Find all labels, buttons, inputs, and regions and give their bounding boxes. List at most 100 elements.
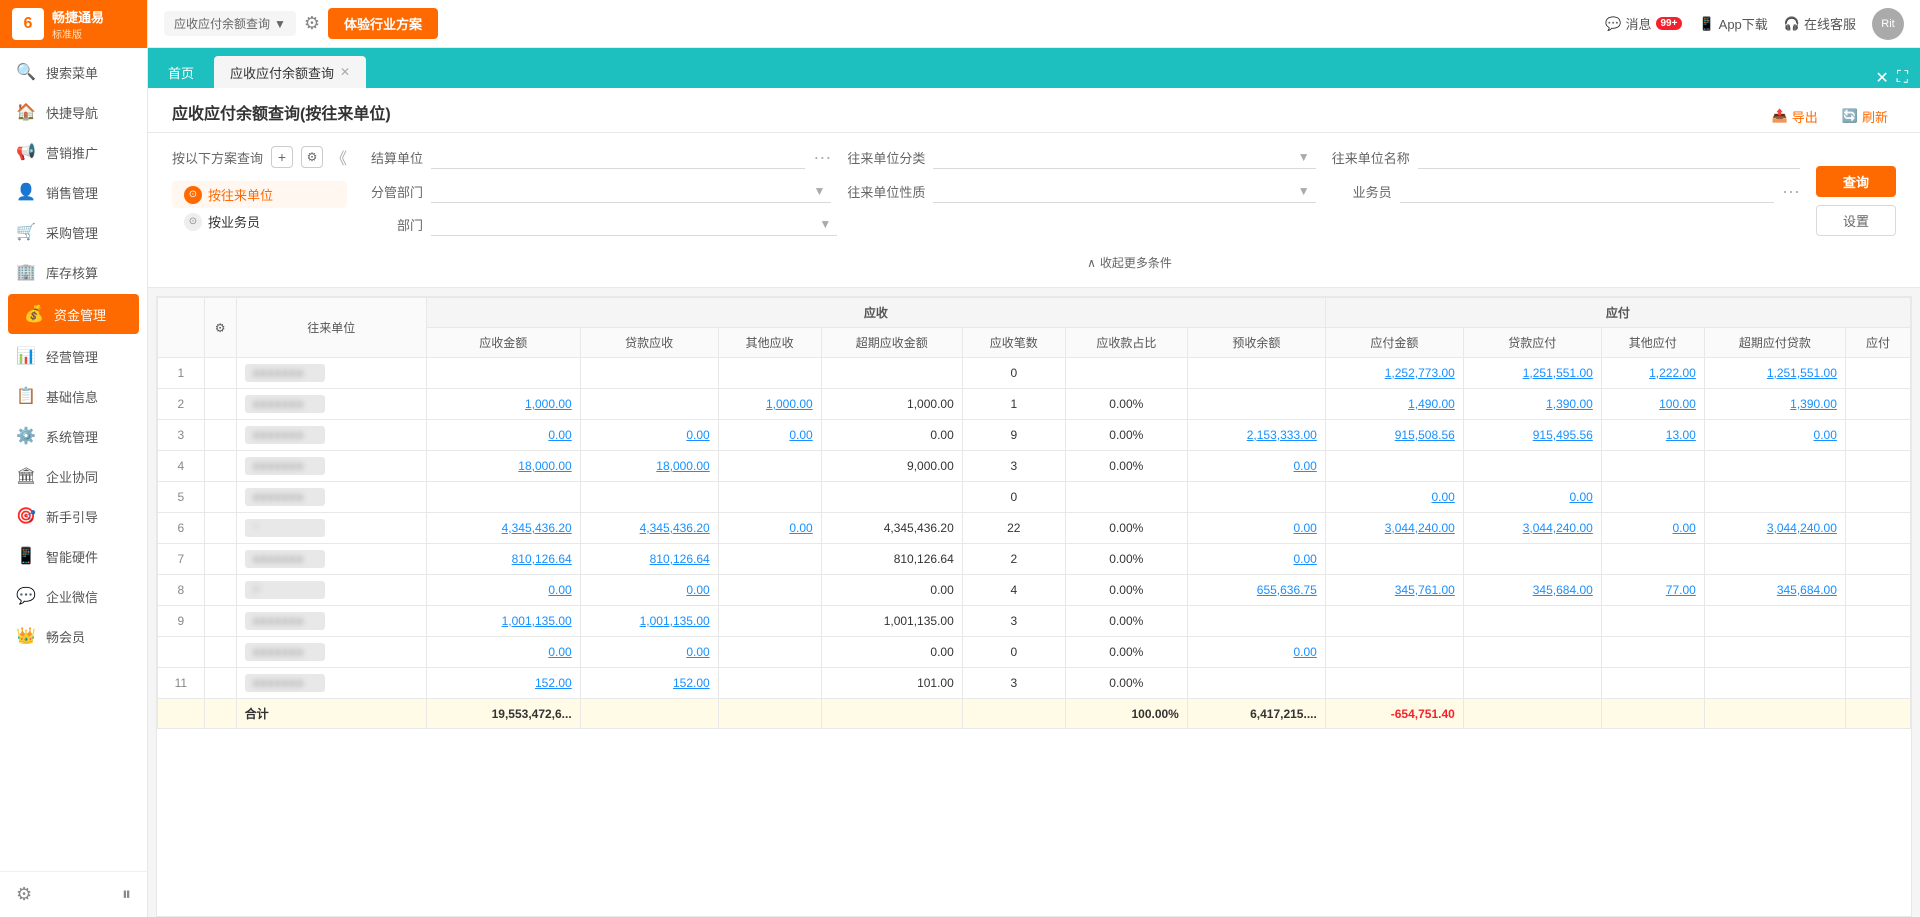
- sidebar-item-quick-nav[interactable]: 🏠 快捷导航: [0, 92, 147, 132]
- salesperson-input[interactable]: [1400, 179, 1774, 203]
- table-cell-link[interactable]: 345,684.00: [1777, 583, 1837, 597]
- table-cell-link[interactable]: 1,251,551.00: [1523, 366, 1593, 380]
- table-cell-link[interactable]: 0.00: [1569, 490, 1592, 504]
- app-download-action[interactable]: 📱 App下载: [1698, 14, 1767, 33]
- table-cell[interactable]: 1,390.00: [1463, 389, 1601, 420]
- table-cell[interactable]: [718, 575, 821, 606]
- table-cell-link[interactable]: 1,001,135.00: [640, 614, 710, 628]
- collapse-filter-icon[interactable]: 《: [331, 145, 347, 169]
- sidebar-item-finance[interactable]: 💰 资金管理: [8, 294, 139, 334]
- table-cell-link[interactable]: 2,153,333.00: [1247, 428, 1317, 442]
- table-cell[interactable]: [580, 482, 718, 513]
- sidebar-item-guide[interactable]: 🎯 新手引导: [0, 496, 147, 536]
- settings-button[interactable]: 设置: [1816, 205, 1896, 236]
- table-cell[interactable]: 0.00: [1187, 513, 1325, 544]
- query-button[interactable]: 查询: [1816, 166, 1896, 197]
- settlement-unit-input[interactable]: [431, 145, 805, 169]
- table-cell[interactable]: [580, 358, 718, 389]
- table-cell[interactable]: [718, 451, 821, 482]
- table-cell[interactable]: [1187, 358, 1325, 389]
- sidebar-item-sales[interactable]: 👤 销售管理: [0, 172, 147, 212]
- table-cell[interactable]: [1187, 389, 1325, 420]
- table-cell[interactable]: [1187, 606, 1325, 637]
- table-cell[interactable]: [718, 482, 821, 513]
- table-cell[interactable]: [1325, 637, 1463, 668]
- sidebar-item-member[interactable]: 👑 畅会员: [0, 616, 147, 656]
- table-cell-link[interactable]: 810,126.64: [650, 552, 710, 566]
- table-cell[interactable]: 3,044,240.00: [1325, 513, 1463, 544]
- table-cell-link[interactable]: 4,345,436.20: [640, 521, 710, 535]
- table-cell[interactable]: 0.00: [1601, 513, 1704, 544]
- table-cell[interactable]: 0.00: [426, 420, 580, 451]
- scheme-settings-button[interactable]: ⚙: [301, 146, 323, 168]
- tab-close-icon[interactable]: ✕: [340, 65, 350, 79]
- settings-footer-icon[interactable]: ⚙: [16, 884, 32, 905]
- tab-home[interactable]: 首页: [152, 56, 210, 88]
- table-cell-link[interactable]: 0.00: [1293, 521, 1316, 535]
- table-cell-link[interactable]: 1,251,551.00: [1767, 366, 1837, 380]
- table-cell[interactable]: [1704, 637, 1845, 668]
- table-cell[interactable]: 1,490.00: [1325, 389, 1463, 420]
- partner-name-input[interactable]: [1418, 145, 1800, 169]
- table-cell-link[interactable]: 345,761.00: [1395, 583, 1455, 597]
- table-cell-link[interactable]: 915,508.56: [1395, 428, 1455, 442]
- sidebar-item-hardware[interactable]: 📱 智能硬件: [0, 536, 147, 576]
- table-cell[interactable]: [1463, 544, 1601, 575]
- export-button[interactable]: 📤 导出: [1764, 103, 1826, 130]
- partner-nature-select[interactable]: ▼: [933, 180, 1315, 203]
- table-cell-link[interactable]: 0.00: [789, 521, 812, 535]
- table-cell-link[interactable]: 0.00: [1293, 645, 1316, 659]
- tab-ar-ap[interactable]: 应收应付余额查询 ✕: [214, 56, 366, 88]
- table-cell[interactable]: [1601, 482, 1704, 513]
- table-cell[interactable]: 18,000.00: [580, 451, 718, 482]
- notification-action[interactable]: 💬 消息 99+: [1605, 14, 1682, 33]
- table-cell-link[interactable]: 3,044,240.00: [1523, 521, 1593, 535]
- table-cell[interactable]: 1,251,551.00: [1704, 358, 1845, 389]
- table-cell[interactable]: 1,000.00: [426, 389, 580, 420]
- table-cell[interactable]: 3,044,240.00: [1704, 513, 1845, 544]
- table-cell[interactable]: 0.00: [426, 575, 580, 606]
- table-cell-link[interactable]: 0.00: [548, 645, 571, 659]
- table-cell[interactable]: 0.00: [1187, 544, 1325, 575]
- salesperson-dots-icon[interactable]: ···: [1782, 181, 1800, 202]
- table-cell[interactable]: 4,345,436.20: [426, 513, 580, 544]
- table-cell-link[interactable]: 3,044,240.00: [1385, 521, 1455, 535]
- table-cell-link[interactable]: 915,495.56: [1533, 428, 1593, 442]
- table-cell[interactable]: 4,345,436.20: [580, 513, 718, 544]
- table-cell-link[interactable]: 1,222.00: [1649, 366, 1696, 380]
- table-cell[interactable]: [718, 544, 821, 575]
- sidebar-item-warehouse[interactable]: 🏢 库存核算: [0, 252, 147, 292]
- table-cell-link[interactable]: 0.00: [1293, 459, 1316, 473]
- table-cell[interactable]: 655,636.75: [1187, 575, 1325, 606]
- online-service-action[interactable]: 🎧 在线客服: [1784, 14, 1856, 33]
- table-cell[interactable]: 1,001,135.00: [426, 606, 580, 637]
- scheme-by-partner[interactable]: ⊙ 按往来单位: [172, 181, 347, 208]
- col-settings[interactable]: ⚙: [204, 298, 236, 358]
- table-cell[interactable]: [1601, 451, 1704, 482]
- table-cell-link[interactable]: 13.00: [1666, 428, 1696, 442]
- sidebar-item-purchase[interactable]: 🛒 采购管理: [0, 212, 147, 252]
- table-cell[interactable]: [1187, 668, 1325, 699]
- table-cell-link[interactable]: 0.00: [789, 428, 812, 442]
- settlement-unit-dots-icon[interactable]: ···: [813, 147, 831, 168]
- dept-manager-select[interactable]: ▼: [431, 180, 831, 203]
- table-cell-link[interactable]: 345,684.00: [1533, 583, 1593, 597]
- table-cell[interactable]: [1187, 482, 1325, 513]
- table-cell-link[interactable]: 100.00: [1659, 397, 1696, 411]
- table-cell[interactable]: [426, 358, 580, 389]
- tab-window-expand-icon[interactable]: ⛶: [1897, 69, 1908, 87]
- table-cell[interactable]: [1601, 606, 1704, 637]
- table-cell[interactable]: [1601, 668, 1704, 699]
- table-cell[interactable]: [1325, 668, 1463, 699]
- table-cell-link[interactable]: 1,000.00: [525, 397, 572, 411]
- table-cell[interactable]: 810,126.64: [426, 544, 580, 575]
- scheme-by-staff[interactable]: ⊙ 按业务员: [172, 208, 347, 235]
- sidebar-item-operations[interactable]: 📊 经营管理: [0, 336, 147, 376]
- table-cell[interactable]: [1704, 606, 1845, 637]
- table-cell-link[interactable]: 0.00: [1814, 428, 1837, 442]
- table-cell-link[interactable]: 0.00: [1431, 490, 1454, 504]
- sidebar-item-enterprise[interactable]: 🏛 企业协同: [0, 456, 147, 496]
- table-cell-link[interactable]: 18,000.00: [518, 459, 571, 473]
- table-cell[interactable]: 915,495.56: [1463, 420, 1601, 451]
- table-cell[interactable]: 0.00: [1704, 420, 1845, 451]
